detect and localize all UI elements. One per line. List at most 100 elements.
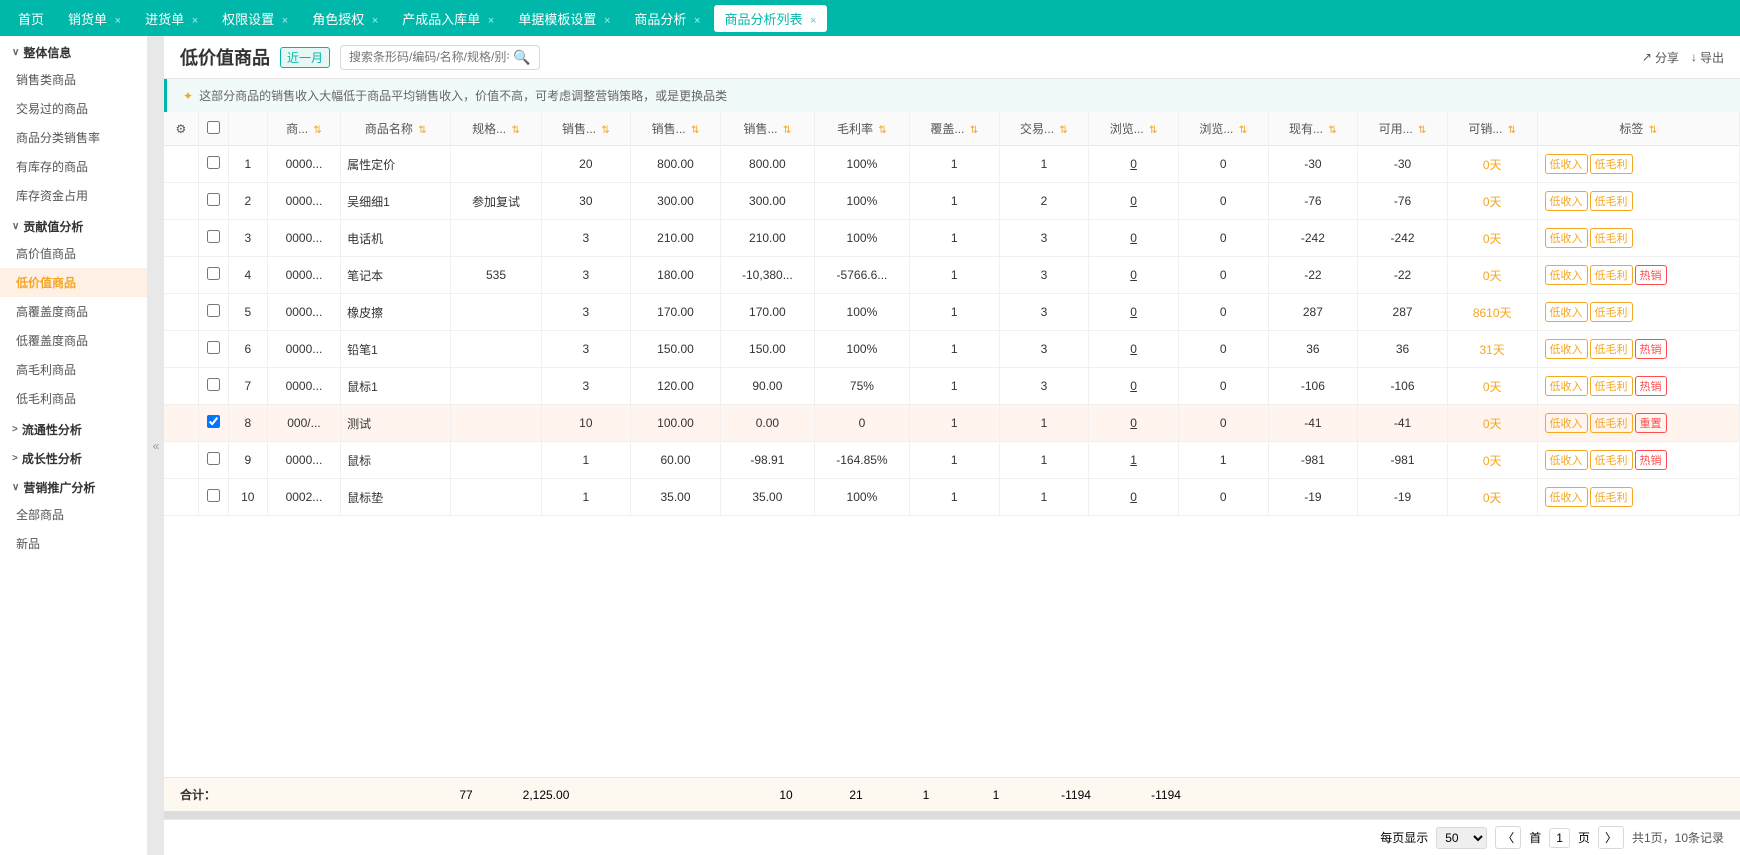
settings-cell[interactable] <box>164 294 198 331</box>
sidebar-item-sales-goods[interactable]: 销售类商品 <box>0 65 147 94</box>
sales-cost-col-header[interactable]: 销售... ⇅ <box>720 112 814 146</box>
checkbox-cell[interactable] <box>198 331 228 368</box>
settings-cell[interactable] <box>164 146 198 183</box>
time-badge[interactable]: 近一月 <box>280 47 330 68</box>
row-checkbox[interactable] <box>207 341 220 354</box>
horizontal-scrollbar[interactable] <box>164 811 1740 819</box>
row-checkbox[interactable] <box>207 452 220 465</box>
settings-cell[interactable] <box>164 183 198 220</box>
nav-product-storage[interactable]: 产成品入库单 × <box>392 5 504 32</box>
row-checkbox[interactable] <box>207 230 220 243</box>
close-icon[interactable]: × <box>282 15 288 27</box>
view1-cell[interactable]: 0 <box>1089 405 1179 442</box>
checkbox-cell[interactable] <box>198 479 228 516</box>
close-icon[interactable]: × <box>604 15 610 27</box>
name-cell[interactable]: 鼠标1 <box>341 368 451 405</box>
sidebar-item-category-rate[interactable]: 商品分类销售率 <box>0 123 147 152</box>
name-cell[interactable]: 鼠标垫 <box>341 479 451 516</box>
checkbox-cell[interactable] <box>198 146 228 183</box>
checkbox-cell[interactable] <box>198 294 228 331</box>
trade-col-header[interactable]: 交易... ⇅ <box>999 112 1089 146</box>
view1-cell[interactable]: 0 <box>1089 479 1179 516</box>
stock-current-col-header[interactable]: 现有... ⇅ <box>1268 112 1358 146</box>
checkbox-cell[interactable] <box>198 368 228 405</box>
nav-template[interactable]: 单据模板设置 × <box>508 5 620 32</box>
sidebar-item-new-goods[interactable]: 新品 <box>0 529 147 558</box>
nav-sales[interactable]: 销货单 × <box>58 5 131 32</box>
name-cell[interactable]: 鼠标 <box>341 442 451 479</box>
row-checkbox[interactable] <box>207 378 220 391</box>
sidebar-item-low-coverage[interactable]: 低覆盖度商品 <box>0 326 147 355</box>
view1-value[interactable]: 0 <box>1130 490 1137 504</box>
stock-available-col-header[interactable]: 可用... ⇅ <box>1358 112 1448 146</box>
close-icon[interactable]: × <box>810 15 816 27</box>
stock-salable-col-header[interactable]: 可销... ⇅ <box>1447 112 1537 146</box>
view1-cell[interactable]: 0 <box>1089 331 1179 368</box>
view1-cell[interactable]: 0 <box>1089 257 1179 294</box>
view1-value[interactable]: 0 <box>1130 194 1137 208</box>
checkbox-col-header[interactable] <box>198 112 228 146</box>
select-all-checkbox[interactable] <box>207 121 220 134</box>
view1-cell[interactable]: 0 <box>1089 368 1179 405</box>
sidebar-item-low-value[interactable]: 低价值商品 <box>0 268 147 297</box>
name-cell[interactable]: 测试 <box>341 405 451 442</box>
view1-value[interactable]: 0 <box>1130 342 1137 356</box>
view1-value[interactable]: 0 <box>1130 268 1137 282</box>
sidebar-section-marketing[interactable]: ∨ 营销推广分析 <box>0 471 147 500</box>
sidebar-section-contribution[interactable]: ∨ 贡献值分析 <box>0 210 147 239</box>
checkbox-cell[interactable] <box>198 183 228 220</box>
sidebar-section-overall[interactable]: ∨ 整体信息 <box>0 36 147 65</box>
search-input[interactable] <box>349 50 509 64</box>
page-size-select[interactable]: 50 100 200 <box>1436 827 1487 849</box>
view1-cell[interactable]: 1 <box>1089 442 1179 479</box>
settings-cell[interactable] <box>164 331 198 368</box>
settings-cell[interactable] <box>164 220 198 257</box>
row-checkbox[interactable] <box>207 489 220 502</box>
nav-purchase[interactable]: 进货单 × <box>135 5 208 32</box>
nav-permission[interactable]: 权限设置 × <box>212 5 298 32</box>
settings-cell[interactable] <box>164 405 198 442</box>
close-icon[interactable]: × <box>115 15 121 27</box>
checkbox-cell[interactable] <box>198 442 228 479</box>
sidebar-item-traded-goods[interactable]: 交易过的商品 <box>0 94 147 123</box>
nav-home[interactable]: 首页 <box>8 5 54 32</box>
view1-value[interactable]: 0 <box>1130 305 1137 319</box>
view1-value[interactable]: 1 <box>1130 453 1137 467</box>
settings-cell[interactable] <box>164 368 198 405</box>
name-cell[interactable]: 橡皮擦 <box>341 294 451 331</box>
view1-cell[interactable]: 0 <box>1089 220 1179 257</box>
view1-value[interactable]: 0 <box>1130 379 1137 393</box>
first-page-btn[interactable]: 〈 <box>1495 826 1521 849</box>
sku-col-header[interactable]: 商... ⇅ <box>267 112 340 146</box>
sidebar-item-all-goods[interactable]: 全部商品 <box>0 500 147 529</box>
row-checkbox[interactable] <box>207 267 220 280</box>
share-button[interactable]: ↗ 分享 <box>1642 49 1679 66</box>
name-cell[interactable]: 笔记本 <box>341 257 451 294</box>
checkbox-cell[interactable] <box>198 257 228 294</box>
close-icon[interactable]: × <box>694 15 700 27</box>
sidebar-section-liquidity[interactable]: > 流通性分析 <box>0 413 147 442</box>
export-button[interactable]: ↓ 导出 <box>1691 49 1724 66</box>
view2-col-header[interactable]: 浏览... ⇅ <box>1178 112 1268 146</box>
name-cell[interactable]: 铅笔1 <box>341 331 451 368</box>
sidebar-item-high-coverage[interactable]: 高覆盖度商品 <box>0 297 147 326</box>
view1-cell[interactable]: 0 <box>1089 146 1179 183</box>
view1-col-header[interactable]: 浏览... ⇅ <box>1089 112 1179 146</box>
sidebar-section-growth[interactable]: > 成长性分析 <box>0 442 147 471</box>
settings-cell[interactable] <box>164 442 198 479</box>
sidebar-collapse-btn[interactable]: « <box>148 36 164 855</box>
gross-margin-col-header[interactable]: 毛利率 ⇅ <box>814 112 909 146</box>
row-checkbox[interactable] <box>207 156 220 169</box>
page-number-btn[interactable]: 1 <box>1549 828 1570 848</box>
row-checkbox[interactable] <box>207 304 220 317</box>
view1-cell[interactable]: 0 <box>1089 294 1179 331</box>
nav-goods-analysis[interactable]: 商品分析 × <box>624 5 710 32</box>
view1-value[interactable]: 0 <box>1130 157 1137 171</box>
close-icon[interactable]: × <box>192 15 198 27</box>
settings-cell[interactable] <box>164 479 198 516</box>
name-cell[interactable]: 电话机 <box>341 220 451 257</box>
sales-qty-col-header[interactable]: 销售... ⇅ <box>541 112 631 146</box>
close-icon[interactable]: × <box>488 15 494 27</box>
sidebar-item-high-margin[interactable]: 高毛利商品 <box>0 355 147 384</box>
sales-price-col-header[interactable]: 销售... ⇅ <box>631 112 721 146</box>
